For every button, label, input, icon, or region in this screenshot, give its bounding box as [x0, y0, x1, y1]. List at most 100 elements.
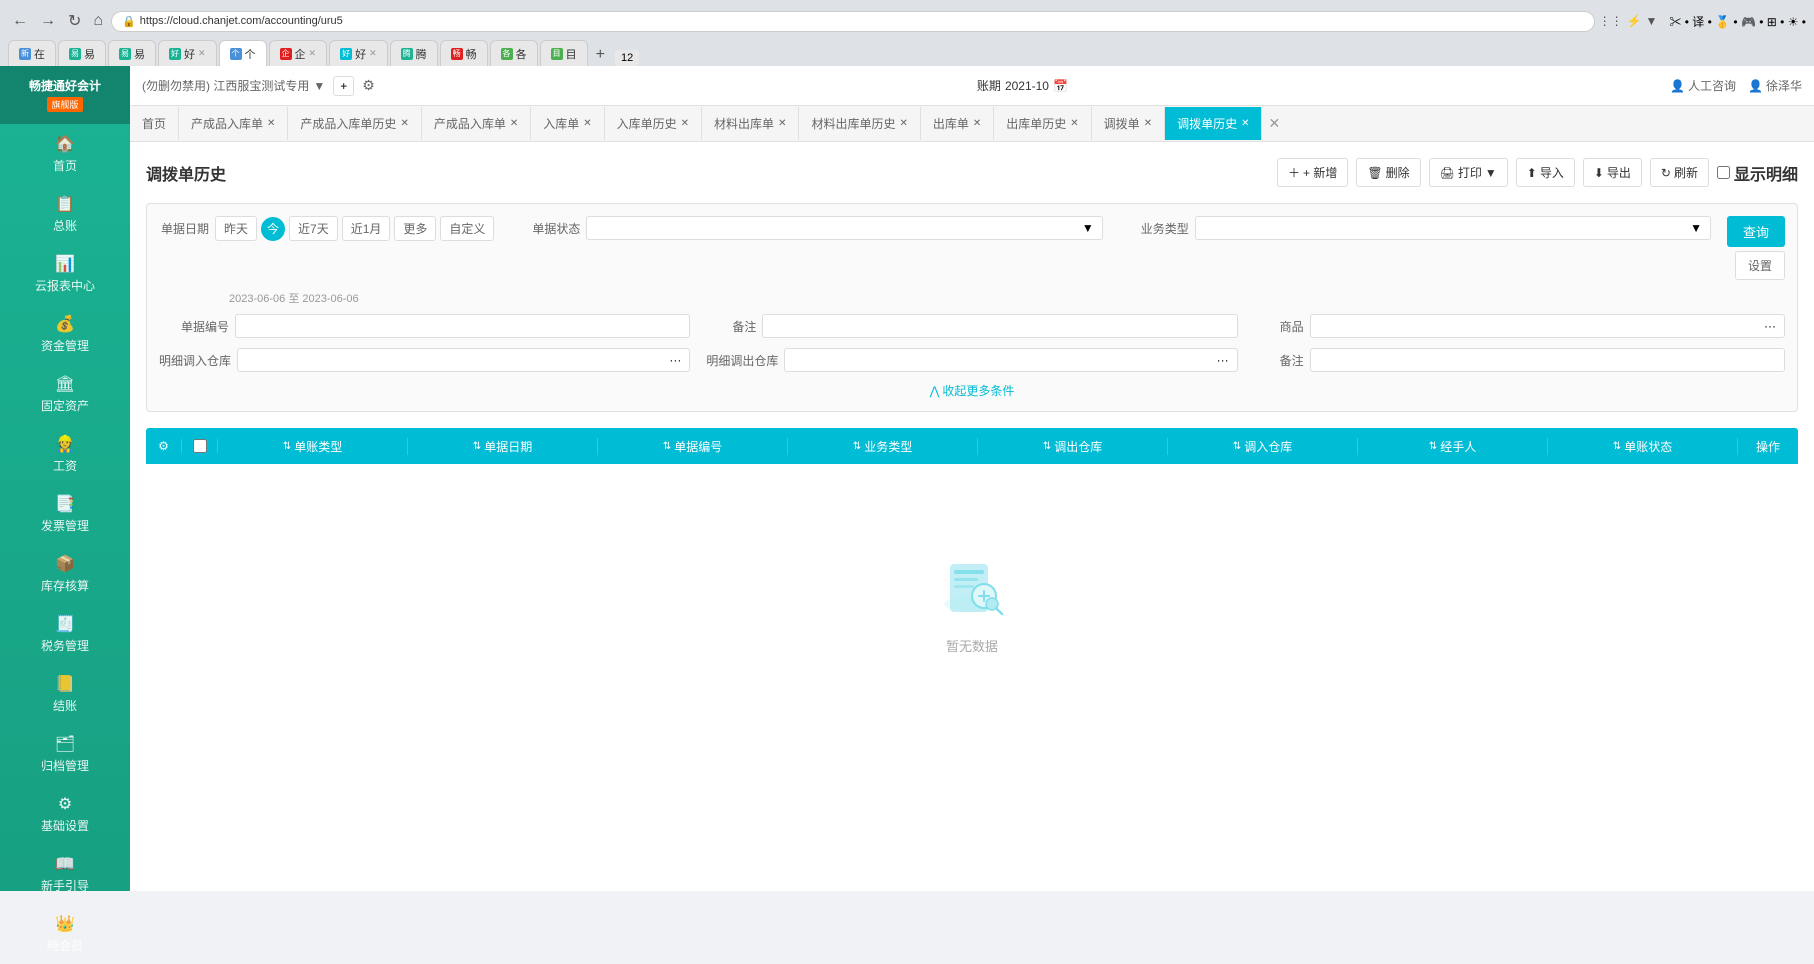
page-tab-transfer[interactable]: 调拨单 ✕ [1092, 107, 1165, 140]
sidebar-item-reports[interactable]: 📊 云报表中心 [0, 244, 130, 304]
delete-button[interactable]: 🗑 删除 [1356, 158, 1420, 187]
th-transfer-in[interactable]: ⇅ 调入仓库 [1168, 438, 1358, 455]
display-detail-checkbox[interactable]: 显示明细 [1717, 161, 1798, 185]
page-tab-material-out-history[interactable]: 材料出库单历史 ✕ [799, 107, 920, 140]
sidebar-item-archive[interactable]: 🗂 归档管理 [0, 724, 130, 784]
th-gear[interactable]: ⚙ [146, 439, 182, 453]
date-custom[interactable]: 自定义 [440, 216, 494, 241]
tab-close-6[interactable]: ✕ [369, 48, 377, 59]
back-button[interactable]: ← [8, 10, 32, 32]
tab-close-product-inbound-history[interactable]: ✕ [400, 118, 408, 129]
help-button[interactable]: 👤 人工咨询 [1670, 77, 1736, 94]
tab-close-material-out[interactable]: ✕ [778, 118, 786, 129]
browser-tab-8[interactable]: 畅 畅 [440, 40, 488, 66]
detail-in-input[interactable]: ··· [237, 348, 690, 372]
import-button[interactable]: ⬆ 导入 [1516, 158, 1575, 187]
sidebar-item-funds[interactable]: 💰 资金管理 [0, 304, 130, 364]
page-tab-transfer-history[interactable]: 调拨单历史 ✕ [1165, 107, 1262, 140]
date-yesterday[interactable]: 昨天 [215, 216, 257, 241]
tab-close-product-inbound[interactable]: ✕ [267, 118, 275, 129]
page-tab-inbound-history[interactable]: 入库单历史 ✕ [605, 107, 702, 140]
sidebar-item-salary[interactable]: 👷 工资 [0, 424, 130, 484]
sidebar-item-home[interactable]: 🏠 首页 [0, 124, 130, 184]
remark-input[interactable] [762, 314, 1237, 338]
page-tab-product-inbound[interactable]: 产成品入库单 ✕ [179, 107, 288, 140]
th-handler[interactable]: ⇅ 经手人 [1358, 438, 1548, 455]
new-button[interactable]: ＋ + 新增 [1277, 158, 1348, 187]
sidebar-item-close[interactable]: 📒 结账 [0, 664, 130, 724]
th-doc-type[interactable]: ⇅ 单账类型 [218, 438, 408, 455]
select-all-checkbox[interactable] [193, 439, 207, 453]
page-tab-outbound[interactable]: 出库单 ✕ [921, 107, 994, 140]
page-tab-material-out[interactable]: 材料出库单 ✕ [702, 107, 799, 140]
tab-close-transfer[interactable]: ✕ [1144, 118, 1152, 129]
page-tab-inbound[interactable]: 入库单 ✕ [531, 107, 604, 140]
detail-remark-input[interactable] [1310, 348, 1785, 372]
page-tab-product-inbound2[interactable]: 产成品入库单 ✕ [422, 107, 531, 140]
sidebar-item-invoice[interactable]: 📑 发票管理 [0, 484, 130, 544]
tab-close-transfer-history[interactable]: ✕ [1241, 118, 1249, 129]
sidebar-item-settings[interactable]: ⚙ 基础设置 [0, 784, 130, 844]
browser-tab-10[interactable]: 目 目 [540, 40, 588, 66]
sidebar-item-inventory[interactable]: 📦 库存核算 [0, 544, 130, 604]
tab-close-5[interactable]: ✕ [309, 48, 317, 59]
tab-close-4[interactable]: ✕ [198, 48, 206, 59]
tab-close-inbound-history[interactable]: ✕ [681, 118, 689, 129]
sidebar-item-guide[interactable]: 📖 新手引导 [0, 844, 130, 904]
browser-tab-3[interactable]: 易 易 [108, 40, 156, 66]
search-button[interactable]: 查询 [1727, 216, 1785, 247]
user-menu[interactable]: 👤 徐泽华 [1748, 77, 1802, 94]
print-icon: 🖨 [1440, 166, 1455, 180]
th-transfer-out[interactable]: ⇅ 调出仓库 [978, 438, 1168, 455]
th-doc-date[interactable]: ⇅ 单据日期 [408, 438, 598, 455]
browser-tab-9[interactable]: 各 各 [490, 40, 538, 66]
page-tab-outbound-history[interactable]: 出库单历史 ✕ [994, 107, 1091, 140]
date-more[interactable]: 更多 [394, 216, 436, 241]
sidebar-item-assets[interactable]: 🏛 固定资产 [0, 364, 130, 424]
collapse-button[interactable]: ⋀ 收起更多条件 [930, 382, 1015, 399]
tab-close-outbound[interactable]: ✕ [973, 118, 981, 129]
browser-tab-active[interactable]: 个 个 [219, 40, 267, 66]
date-today[interactable]: 今 [261, 217, 285, 241]
date-7days[interactable]: 近7天 [289, 216, 338, 241]
browser-tab-4[interactable]: 好 好 ✕ [158, 40, 217, 66]
page-tab-home[interactable]: 首页 [130, 107, 179, 140]
th-doc-number[interactable]: ⇅ 单据编号 [598, 438, 788, 455]
address-bar[interactable]: 🔒 https://cloud.chanjet.com/accounting/u… [111, 11, 1595, 32]
forward-button[interactable]: → [36, 10, 60, 32]
tab-close-outbound-history[interactable]: ✕ [1070, 118, 1078, 129]
sidebar-item-tax[interactable]: 🧾 税务管理 [0, 604, 130, 664]
company-selector[interactable]: (勿删勿禁用) 江西服宝测试专用 ▼ [142, 77, 325, 94]
sidebar-item-ledger[interactable]: 📋 总账 [0, 184, 130, 244]
browser-tab-5[interactable]: 企 企 ✕ [269, 40, 328, 66]
page-tabs-close[interactable]: ✕ [1262, 107, 1286, 140]
topbar-settings-button[interactable]: ⚙ [362, 77, 375, 94]
detail-out-input[interactable]: ··· [784, 348, 1237, 372]
home-button[interactable]: ⌂ [89, 10, 107, 32]
tab-close-material-out-history[interactable]: ✕ [899, 118, 907, 129]
browser-tab-7[interactable]: 腾 腾 [390, 40, 438, 66]
reload-button[interactable]: ↻ [64, 9, 85, 33]
browser-tab-2[interactable]: 易 易 [58, 40, 106, 66]
tab-close-inbound[interactable]: ✕ [583, 118, 591, 129]
th-checkbox[interactable] [182, 439, 218, 453]
date-1month[interactable]: 近1月 [342, 216, 391, 241]
sidebar-item-member[interactable]: 👑 畅会员 [0, 904, 130, 964]
filter-setting-button[interactable]: 设置 [1735, 251, 1785, 280]
th-biz-type[interactable]: ⇅ 业务类型 [788, 438, 978, 455]
status-select[interactable]: ▼ [586, 216, 1102, 240]
tab-close-product-inbound2[interactable]: ✕ [510, 118, 518, 129]
refresh-button[interactable]: ↻ 刷新 [1650, 158, 1709, 187]
th-doc-status[interactable]: ⇅ 单账状态 [1548, 438, 1738, 455]
export-button[interactable]: ⬇ 导出 [1583, 158, 1642, 187]
display-detail-input[interactable] [1717, 166, 1730, 179]
new-tab-button[interactable]: + [590, 44, 611, 66]
print-button[interactable]: 🖨 打印 ▼ [1429, 158, 1508, 187]
add-company-button[interactable]: + [333, 76, 354, 96]
biz-type-select[interactable]: ▼ [1195, 216, 1711, 240]
page-tab-product-inbound-history[interactable]: 产成品入库单历史 ✕ [288, 107, 421, 140]
doc-number-input[interactable] [235, 314, 690, 338]
browser-tab-6[interactable]: 好 好 ✕ [329, 40, 388, 66]
browser-tab-1[interactable]: 新 在 [8, 40, 56, 66]
goods-input[interactable]: ··· [1310, 314, 1785, 338]
